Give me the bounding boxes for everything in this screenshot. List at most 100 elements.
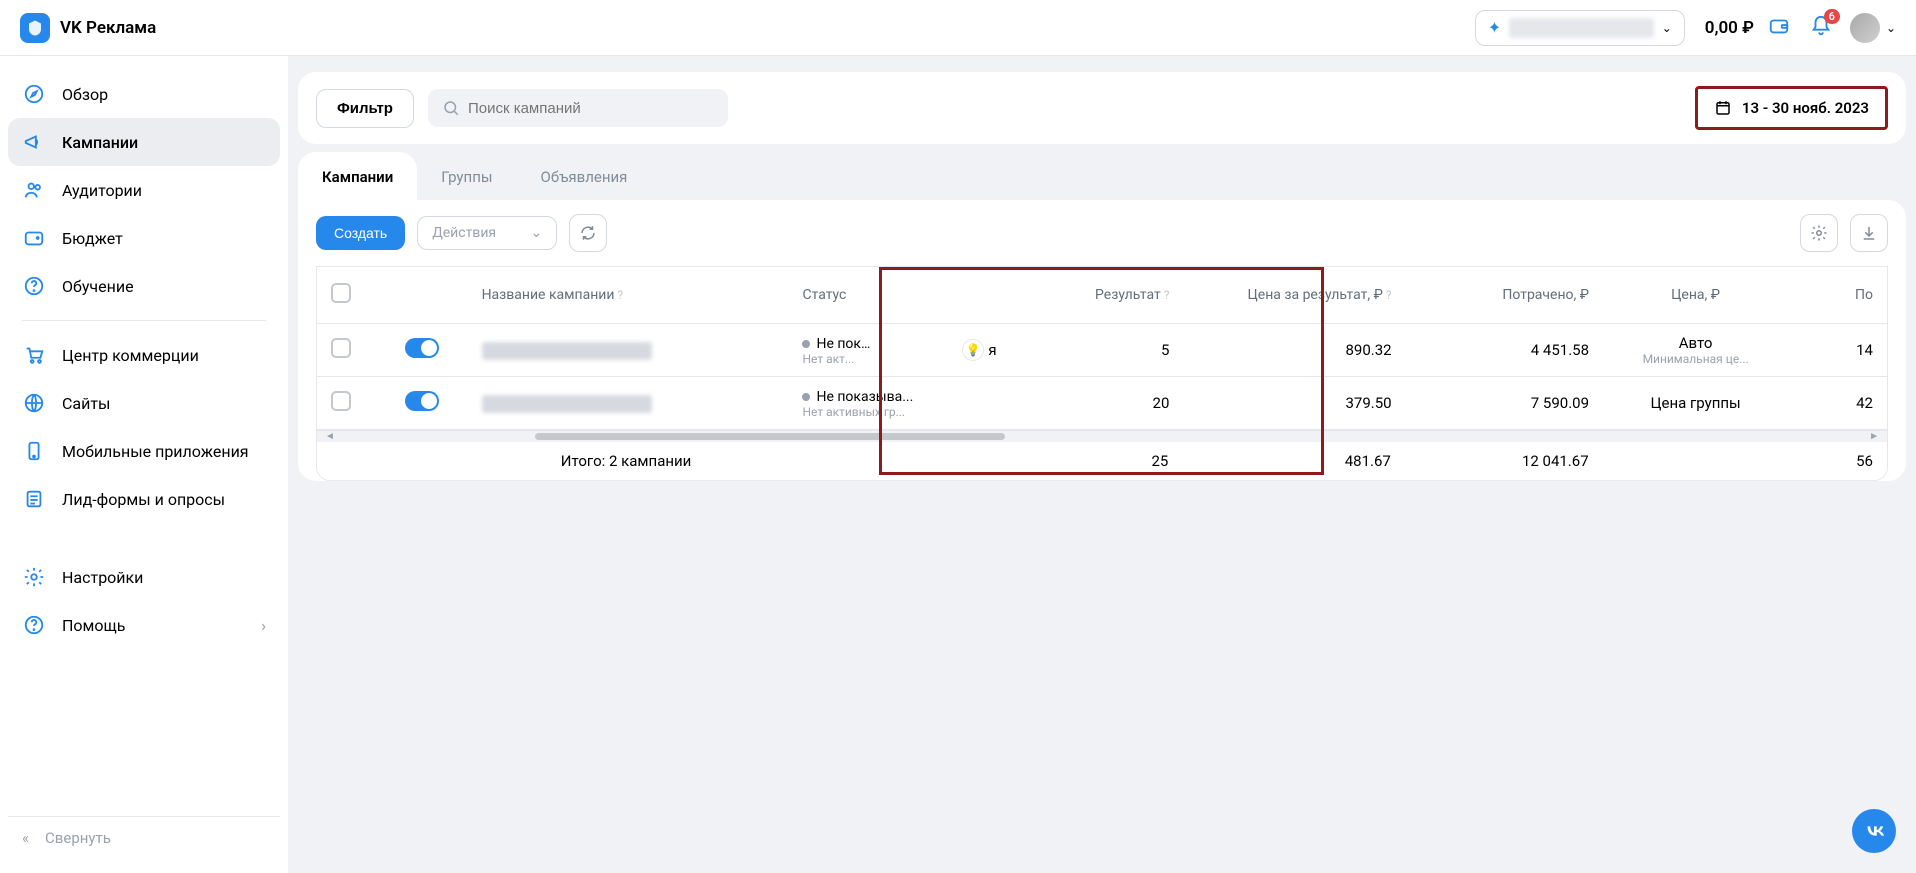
select-all-checkbox[interactable] xyxy=(331,283,351,303)
notifications-button[interactable]: 6 xyxy=(1810,15,1832,41)
status-dot-icon xyxy=(802,393,810,401)
bulb-icon[interactable]: 💡 xyxy=(962,339,984,361)
sidebar-item-commerce[interactable]: Центр коммерции xyxy=(8,331,280,379)
chevron-right-icon: › xyxy=(261,616,266,635)
scroll-right-icon[interactable]: ► xyxy=(1869,431,1879,442)
notifications-badge: 6 xyxy=(1824,9,1840,24)
sidebar-item-label: Центр коммерции xyxy=(62,346,199,365)
sidebar-item-label: Сайты xyxy=(62,394,110,413)
status-sub: Нет активных гр... xyxy=(802,405,996,419)
question-circle-icon xyxy=(22,274,46,298)
actions-dropdown[interactable]: Действия ⌄ xyxy=(417,216,557,250)
tab-campaigns[interactable]: Кампании xyxy=(298,152,417,200)
columns-settings-button[interactable] xyxy=(1800,214,1838,252)
sidebar-item-campaigns[interactable]: Кампании xyxy=(8,118,280,166)
sidebar-item-overview[interactable]: Обзор xyxy=(8,70,280,118)
sidebar-item-label: Лид-формы и опросы xyxy=(62,490,225,509)
sidebar-item-budget[interactable]: Бюджет xyxy=(8,214,280,262)
status-main: Не пок… xyxy=(816,336,870,352)
table-totals-row: Итого: 2 кампании 25 481.67 12 041.67 56 xyxy=(317,442,1887,480)
sidebar-item-mobile[interactable]: Мобильные приложения xyxy=(8,427,280,475)
row-toggle[interactable] xyxy=(405,338,439,358)
actions-dropdown-label: Действия xyxy=(432,225,496,241)
tab-ads[interactable]: Объявления xyxy=(517,152,652,200)
create-button[interactable]: Создать xyxy=(316,216,405,250)
date-range-label: 13 - 30 нояб. 2023 xyxy=(1742,99,1869,117)
cell-spent: 7 590.09 xyxy=(1406,377,1603,430)
horizontal-scrollbar[interactable]: ◄ ► xyxy=(317,430,1887,442)
vk-support-button[interactable] xyxy=(1852,809,1896,853)
date-range-button[interactable]: 13 - 30 нояб. 2023 xyxy=(1695,86,1888,130)
col-price[interactable]: Цена, ₽ xyxy=(1603,267,1788,324)
sidebar-collapse[interactable]: « Свернуть xyxy=(8,816,280,859)
gear-icon xyxy=(22,565,46,589)
table: Название кампании? Статус Результат? Цен… xyxy=(316,266,1888,481)
sidebar-item-label: Аудитории xyxy=(62,181,142,200)
cell-last: 14 xyxy=(1788,324,1887,377)
totals-spent: 12 041.67 xyxy=(1405,442,1603,480)
col-last[interactable]: По xyxy=(1788,267,1887,324)
status-dot-icon xyxy=(802,340,810,348)
chevron-down-icon: ⌄ xyxy=(1662,21,1672,35)
sidebar-item-help[interactable]: Помощь › xyxy=(8,601,280,649)
gear-icon xyxy=(1810,224,1828,242)
hint-icon: ? xyxy=(1164,288,1170,302)
toolbar: Фильтр 13 - 30 нояб. 2023 xyxy=(298,72,1906,144)
tab-groups[interactable]: Группы xyxy=(417,152,516,200)
sidebar-item-label: Настройки xyxy=(62,568,143,587)
chevron-down-icon[interactable]: ⌄ xyxy=(1886,21,1896,35)
main-content: Фильтр 13 - 30 нояб. 2023 Кампании Групп… xyxy=(288,56,1916,873)
status-sub: Нет акт... xyxy=(802,352,952,366)
search-input[interactable] xyxy=(468,100,714,117)
help-circle-icon xyxy=(22,613,46,637)
cart-icon xyxy=(22,343,46,367)
tabs: Кампании Группы Объявления xyxy=(298,152,1906,200)
search-input-wrap[interactable] xyxy=(428,89,728,127)
plus-icon: ✦ xyxy=(1488,18,1501,37)
col-status[interactable]: Статус xyxy=(788,267,1010,324)
search-icon xyxy=(442,99,460,117)
sidebar-item-sites[interactable]: Сайты xyxy=(8,379,280,427)
compass-icon xyxy=(22,82,46,106)
app-header: VK Реклама ✦ ⌄ 0,00 ₽ 6 ⌄ xyxy=(0,0,1916,56)
scrollbar-thumb[interactable] xyxy=(535,433,1005,440)
content-card: Создать Действия ⌄ xyxy=(298,200,1906,481)
megaphone-icon xyxy=(22,130,46,154)
row-toggle[interactable] xyxy=(405,391,439,411)
refresh-icon xyxy=(579,224,597,242)
wallet-icon[interactable] xyxy=(1768,15,1790,41)
col-spent[interactable]: Потрачено, ₽ xyxy=(1406,267,1603,324)
cell-last: 42 xyxy=(1788,377,1887,430)
table-row[interactable]: Не пок… Нет акт... 💡я 5 890.32 4 451.58 … xyxy=(317,324,1887,377)
sidebar-item-education[interactable]: Обучение xyxy=(8,262,280,310)
sidebar-item-audiences[interactable]: Аудитории xyxy=(8,166,280,214)
account-selector[interactable]: ✦ ⌄ xyxy=(1475,10,1685,46)
account-name-blurred xyxy=(1509,18,1654,38)
scroll-left-icon[interactable]: ◄ xyxy=(325,431,335,442)
filter-button[interactable]: Фильтр xyxy=(316,89,414,128)
sidebar-item-settings[interactable]: Настройки xyxy=(8,553,280,601)
col-cpr[interactable]: Цена за результат, ₽? xyxy=(1183,267,1405,324)
col-name[interactable]: Название кампании? xyxy=(468,267,789,324)
col-result[interactable]: Результат? xyxy=(1011,267,1184,324)
cell-price-main: Цена группы xyxy=(1617,394,1774,412)
user-avatar[interactable] xyxy=(1850,13,1880,43)
status-main: Не показыва... xyxy=(816,389,913,405)
chevron-down-icon: ⌄ xyxy=(530,225,542,241)
sidebar-item-label: Обучение xyxy=(62,277,134,296)
sidebar-item-label: Обзор xyxy=(62,85,108,104)
download-button[interactable] xyxy=(1850,214,1888,252)
table-row[interactable]: Не показыва... Нет активных гр... 20 379… xyxy=(317,377,1887,430)
row-checkbox[interactable] xyxy=(331,391,351,411)
users-icon xyxy=(22,178,46,202)
row-checkbox[interactable] xyxy=(331,338,351,358)
logo[interactable]: VK Реклама xyxy=(20,13,156,43)
refresh-button[interactable] xyxy=(569,214,607,252)
sidebar-item-leadforms[interactable]: Лид-формы и опросы xyxy=(8,475,280,523)
globe-icon xyxy=(22,391,46,415)
sidebar-item-label: Мобильные приложения xyxy=(62,442,249,461)
collapse-icon: « xyxy=(22,829,29,847)
totals-last: 56 xyxy=(1788,442,1887,480)
cell-result: 20 xyxy=(1011,377,1184,430)
hint-icon: ? xyxy=(1386,288,1392,302)
